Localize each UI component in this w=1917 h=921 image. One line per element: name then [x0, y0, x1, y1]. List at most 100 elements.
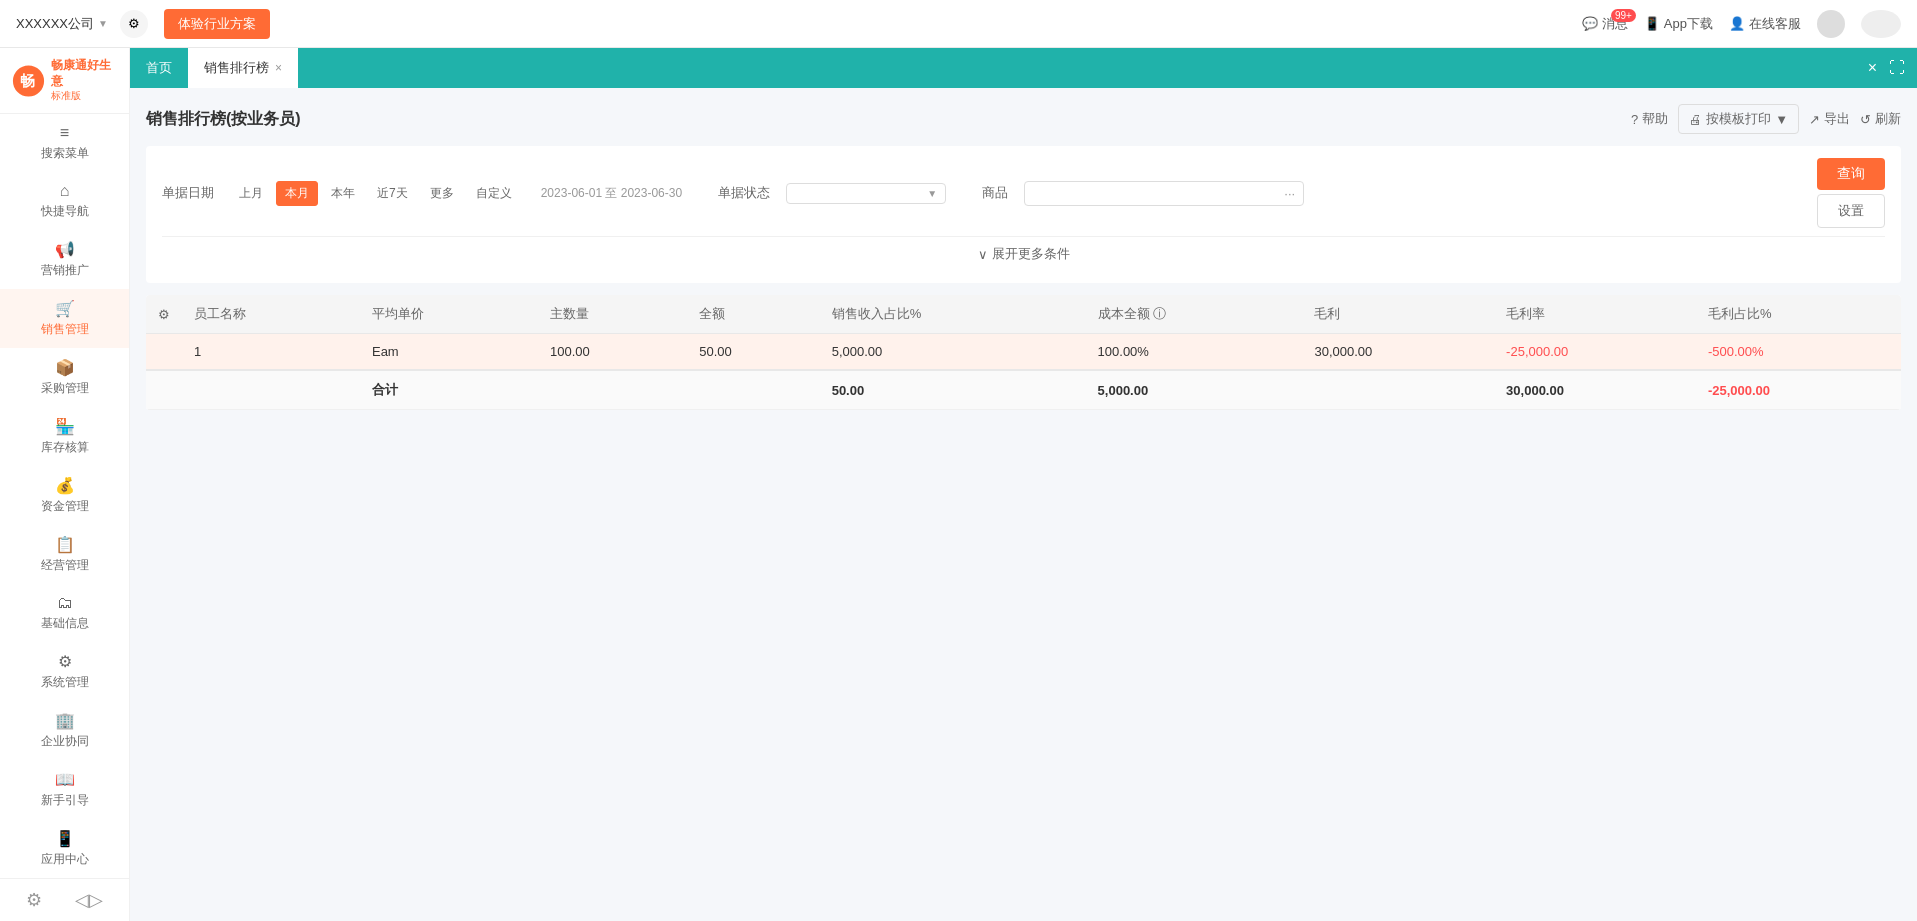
sidebar-label: 搜索菜单: [41, 145, 89, 162]
export-label: 导出: [1824, 110, 1850, 128]
logo-text-area: 畅康通好生意 标准版: [51, 58, 117, 103]
app-center-icon: 📱: [55, 829, 75, 848]
sidebar-label: 销售管理: [41, 321, 89, 338]
sidebar-label: 库存核算: [41, 439, 89, 456]
tab-home[interactable]: 首页: [130, 48, 188, 88]
collapse-sidebar-icon[interactable]: ◁▷: [75, 889, 103, 911]
logo-icon: 畅: [12, 63, 45, 99]
query-button[interactable]: 查询: [1817, 158, 1885, 190]
download-icon: 📱: [1644, 16, 1660, 31]
sidebar-item-marketing[interactable]: 📢营销推广: [0, 230, 129, 289]
refresh-button[interactable]: ↺ 刷新: [1860, 110, 1901, 128]
goods-filter-label: 商品: [982, 184, 1008, 202]
sidebar-item-operation[interactable]: 📋经营管理: [0, 525, 129, 584]
app-download-button[interactable]: 📱 App下载: [1644, 15, 1713, 33]
date-btn-近7天[interactable]: 近7天: [368, 181, 417, 206]
sidebar-label: 应用中心: [41, 851, 89, 868]
maximize-icon[interactable]: ⛶: [1889, 59, 1905, 77]
sidebar-item-sales[interactable]: 🛒销售管理: [0, 289, 129, 348]
trial-button[interactable]: 体验行业方案: [164, 9, 270, 39]
tab-sales-ranking[interactable]: 销售排行榜 ×: [188, 48, 298, 88]
col-header-3: 主数量: [538, 295, 687, 334]
sidebar-label: 采购管理: [41, 380, 89, 397]
sidebar-label: 企业协同: [41, 733, 89, 750]
finance-icon: 💰: [55, 476, 75, 495]
tab-bar: 首页 销售排行榜 × × ⛶: [130, 48, 1917, 88]
settings-bottom-icon[interactable]: ⚙: [26, 889, 42, 911]
sidebar-item-inventory[interactable]: 🏪 库存核算: [0, 407, 129, 466]
footer-cell-0: [146, 370, 182, 410]
date-btn-本年[interactable]: 本年: [322, 181, 364, 206]
sidebar-item-system[interactable]: ⚙系统管理: [0, 642, 129, 701]
date-btn-本月[interactable]: 本月: [276, 181, 318, 206]
sidebar-item-quick-nav[interactable]: ⌂快捷导航: [0, 172, 129, 230]
table-container: ⚙员工名称平均单价主数量全额销售收入占比%成本全额 ⓘ毛利毛利率毛利占比% 1E…: [146, 295, 1901, 410]
page-header: 销售排行榜(按业务员) ? 帮助 🖨 按模板打印 ▼ ↗: [146, 104, 1901, 134]
table-cell-0-1: 1: [182, 334, 360, 371]
export-icon: ↗: [1809, 112, 1820, 127]
expand-more-button[interactable]: ∨ 展开更多条件: [162, 236, 1885, 271]
sidebar-logo: 畅 畅康通好生意 标准版: [0, 48, 129, 114]
tab-close-icon[interactable]: ×: [275, 61, 282, 75]
table-footer-row: 合计50.005,000.0030,000.00-25,000.00: [146, 370, 1901, 410]
sidebar-item-app-center[interactable]: 📱 应用中心: [0, 819, 129, 878]
cooperation-icon: 🏢: [55, 711, 75, 730]
sidebar-label: 资金管理: [41, 498, 89, 515]
sidebar-item-purchase[interactable]: 📦采购管理: [0, 348, 129, 407]
table-cell-0-3: 100.00: [538, 334, 687, 371]
print-label: 按模板打印: [1706, 110, 1771, 128]
col-header-9: 毛利占比%: [1696, 295, 1901, 334]
chevron-down-icon: ▼: [927, 188, 937, 199]
date-btn-更多[interactable]: 更多: [421, 181, 463, 206]
gear-icon: ⚙: [128, 16, 140, 31]
online-support-button[interactable]: 👤 在线客服: [1729, 15, 1801, 33]
date-buttons: 上月本月本年近7天更多自定义: [230, 181, 521, 206]
sidebar: 畅 畅康通好生意 标准版 ≡搜索菜单⌂快捷导航📢营销推广🛒销售管理📦采购管理 🏪 库…: [0, 48, 130, 921]
date-filter-label: 单据日期: [162, 184, 214, 202]
sidebar-item-search-order[interactable]: ≡搜索菜单: [0, 114, 129, 172]
sidebar-item-finance[interactable]: 💰 资金管理: [0, 466, 129, 525]
sidebar-item-basic-info[interactable]: 🗂基础信息: [0, 584, 129, 642]
goods-select[interactable]: ···: [1024, 181, 1304, 206]
top-bar: XXXXXX公司 ▼ ⚙ 体验行业方案 💬 消息 99+ 📱 App下载 👤 在…: [0, 0, 1917, 48]
col-header-4: 全额: [687, 295, 819, 334]
marketing-icon: 📢: [55, 240, 75, 259]
export-button[interactable]: ↗ 导出: [1809, 110, 1850, 128]
content-area: 首页 销售排行榜 × × ⛶ 销售排行榜(按业务员) ?: [130, 48, 1917, 921]
footer-cell-3: [538, 370, 687, 410]
col-header-2: 平均单价: [360, 295, 538, 334]
avatar[interactable]: [1817, 10, 1845, 38]
date-btn-上月[interactable]: 上月: [230, 181, 272, 206]
footer-cell-8: 30,000.00: [1494, 370, 1696, 410]
tab-label: 销售排行榜: [204, 59, 269, 77]
company-selector[interactable]: XXXXXX公司 ▼: [16, 15, 108, 33]
table-header-row: ⚙员工名称平均单价主数量全额销售收入占比%成本全额 ⓘ毛利毛利率毛利占比%: [146, 295, 1901, 334]
inventory-icon: 🏪: [55, 417, 75, 436]
online-support-label: 在线客服: [1749, 15, 1801, 33]
sidebar-item-guide[interactable]: 📖新手引导: [0, 760, 129, 819]
user-name-area[interactable]: [1861, 10, 1901, 38]
table-cell-0-4: 50.00: [687, 334, 819, 371]
sidebar-item-cooperation[interactable]: 🏢 企业协同: [0, 701, 129, 760]
top-bar-left: XXXXXX公司 ▼ ⚙ 体验行业方案: [16, 9, 270, 39]
main-area: 畅 畅康通好生意 标准版 ≡搜索菜单⌂快捷导航📢营销推广🛒销售管理📦采购管理 🏪 库…: [0, 48, 1917, 921]
print-button[interactable]: 🖨 按模板打印 ▼: [1678, 104, 1799, 134]
message-button[interactable]: 💬 消息 99+: [1582, 15, 1628, 33]
date-btn-自定义[interactable]: 自定义: [467, 181, 521, 206]
settings-col-icon[interactable]: ⚙: [158, 307, 170, 322]
status-select[interactable]: ▼: [786, 183, 946, 204]
help-button[interactable]: ? 帮助: [1631, 110, 1668, 128]
company-settings-button[interactable]: ⚙: [120, 10, 148, 38]
table-cell-0-6: 100.00%: [1086, 334, 1303, 371]
logo-sub: 标准版: [51, 89, 117, 103]
guide-icon: 📖: [55, 770, 75, 789]
footer-cell-1: [182, 370, 360, 410]
app-container: XXXXXX公司 ▼ ⚙ 体验行业方案 💬 消息 99+ 📱 App下载 👤 在…: [0, 0, 1917, 921]
close-window-icon[interactable]: ×: [1868, 59, 1877, 77]
help-label: 帮助: [1642, 110, 1668, 128]
svg-text:畅: 畅: [20, 72, 35, 88]
settings-button[interactable]: 设置: [1817, 194, 1885, 228]
more-icon[interactable]: ···: [1284, 186, 1295, 201]
message-icon: 💬: [1582, 16, 1598, 31]
table-row: 1Eam100.0050.005,000.00100.00%30,000.00-…: [146, 334, 1901, 371]
